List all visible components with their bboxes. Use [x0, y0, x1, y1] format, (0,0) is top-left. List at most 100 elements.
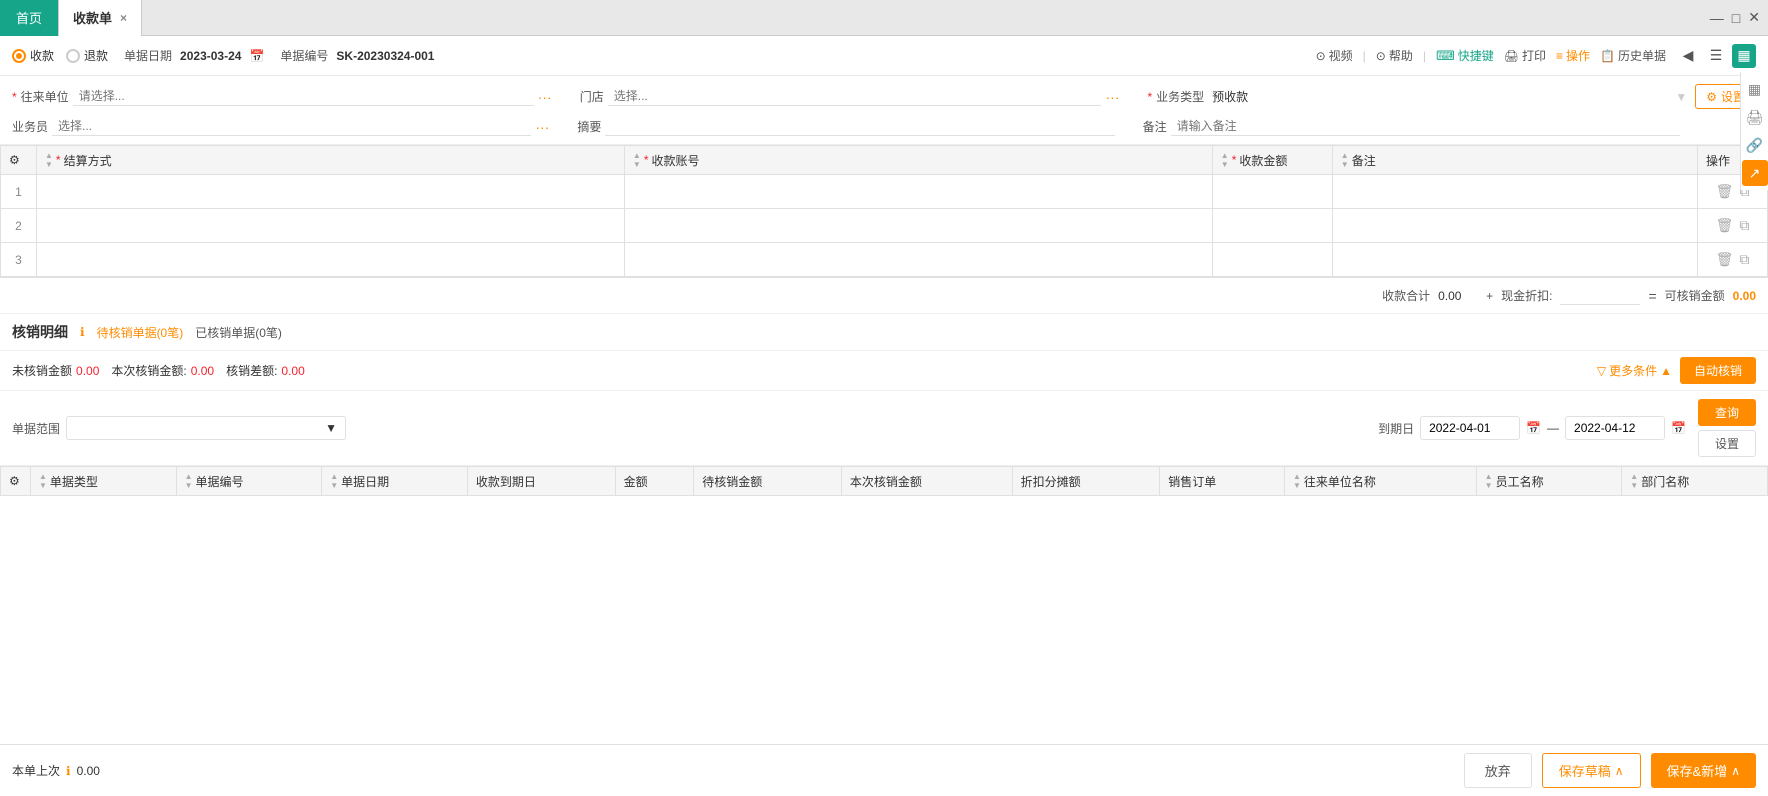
save-new-button[interactable]: 保存&新增 ∧ — [1651, 753, 1756, 788]
counterpart-input[interactable] — [73, 87, 534, 106]
list-view-button[interactable]: ☰ — [1704, 44, 1728, 68]
toolbar-right: ⊙ 视频 | ⊙ 帮助 | ⌨ 快捷键 🖨 打印 ≡ 操作 📋 — [1316, 44, 1756, 68]
date-sort[interactable]: ▲▼ — [330, 472, 338, 490]
store-more-icon[interactable]: ··· — [1105, 89, 1119, 105]
summary-input[interactable] — [605, 117, 1114, 136]
col-checkbox[interactable]: ⚙ — [1, 467, 31, 496]
query-settings-button[interactable]: 设置 — [1698, 430, 1756, 457]
detail-section: 核销明细 ℹ 待核销单据(0笔) 已核销单据(0笔) 未核销金额 0.00 本次… — [0, 314, 1768, 744]
prev-button[interactable]: ◀ — [1676, 44, 1700, 68]
query-button[interactable]: 查询 — [1698, 399, 1756, 426]
counterpart-sort[interactable]: ▲▼ — [1293, 472, 1301, 490]
history-label: 历史单据 — [1618, 47, 1666, 64]
row-2-remark[interactable] — [1332, 209, 1697, 243]
discard-button[interactable]: 放弃 — [1464, 753, 1532, 788]
video-button[interactable]: ⊙ 视频 — [1316, 47, 1353, 64]
done-tab[interactable]: 已核销单据(0笔) — [195, 324, 282, 341]
history-icon: 📋 — [1600, 49, 1615, 63]
table-gear-icon[interactable]: ⚙ — [9, 474, 20, 488]
more-filter-button[interactable]: ▽ 更多条件 ▲ — [1597, 362, 1672, 379]
settle-sort[interactable]: ▲▼ — [45, 151, 53, 169]
col-staff-header: ▲▼ 员工名称 — [1476, 467, 1622, 496]
row-2-copy-icon[interactable]: ⧉ — [1739, 217, 1749, 234]
calendar-start-icon[interactable]: 📅 — [1526, 421, 1541, 435]
sidebar-print-icon[interactable]: 🖨 — [1742, 104, 1768, 130]
sidebar-link-icon[interactable]: 🔗 — [1742, 132, 1768, 158]
receipt-radio-dot — [12, 49, 26, 63]
row-1-account[interactable] — [624, 175, 1212, 209]
row-3-account[interactable] — [624, 243, 1212, 277]
col-operation-label: 操作 — [1706, 154, 1730, 168]
calendar-icon[interactable]: 📅 — [249, 49, 264, 63]
help-button[interactable]: ⊙ 帮助 — [1376, 47, 1413, 64]
number-sort[interactable]: ▲▼ — [185, 472, 193, 490]
date-end-input[interactable] — [1565, 416, 1665, 440]
bottom-table: ⚙ ▲▼ 单据类型 ▲▼ 单据编号 — [0, 466, 1768, 496]
staff-b-sort[interactable]: ▲▼ — [1485, 472, 1493, 490]
remark-input[interactable] — [1171, 117, 1680, 136]
col-this-label: 本次核销金额 — [850, 475, 922, 489]
row-1-delete-icon[interactable]: 🗑 — [1716, 183, 1734, 200]
col-counterpart-header: ▲▼ 往来单位名称 — [1284, 467, 1476, 496]
row-2-amount[interactable] — [1212, 209, 1332, 243]
col-date-header: ▲▼ 单据日期 — [322, 467, 468, 496]
date-start-input[interactable] — [1420, 416, 1520, 440]
pending-tab[interactable]: 待核销单据(0笔) — [97, 324, 184, 341]
row-3-amount[interactable] — [1212, 243, 1332, 277]
row-1-amount[interactable] — [1212, 175, 1332, 209]
type-sort[interactable]: ▲▼ — [39, 472, 47, 490]
grid-view-button[interactable]: ▦ — [1732, 44, 1756, 68]
save-draft-button[interactable]: 保存草稿 ∧ — [1542, 753, 1641, 788]
row-1-settle[interactable] — [37, 175, 625, 209]
sidebar-table-icon[interactable]: ▦ — [1742, 76, 1768, 102]
remark-sort[interactable]: ▲▼ — [1341, 151, 1349, 169]
help-label: 帮助 — [1389, 47, 1413, 64]
window-close-button[interactable]: ✕ — [1748, 9, 1760, 26]
detail-info-icon[interactable]: ℹ — [80, 325, 85, 339]
tab-close-icon[interactable]: × — [120, 11, 127, 25]
store-input[interactable] — [608, 87, 1102, 106]
sidebar-expand-icon[interactable]: ↗ — [1742, 160, 1768, 186]
uncleared-item: 未核销金额 0.00 — [12, 362, 99, 379]
row-2-delete-icon[interactable]: 🗑 — [1716, 217, 1734, 234]
staff-more-icon[interactable]: ··· — [535, 119, 549, 135]
col-amount-header: ▲▼ * 收款金额 — [1212, 146, 1332, 175]
row-2-num: 2 — [1, 209, 37, 243]
dept-sort[interactable]: ▲▼ — [1630, 472, 1638, 490]
biz-type-arrow[interactable]: ▼ — [1675, 90, 1687, 104]
discount-input[interactable] — [1560, 286, 1640, 305]
draft-arrow: ∧ — [1615, 764, 1624, 778]
auto-clear-button[interactable]: 自动核销 — [1680, 357, 1756, 384]
row-3-copy-icon[interactable]: ⧉ — [1739, 251, 1749, 268]
row-2-settle[interactable] — [37, 209, 625, 243]
calendar-end-icon[interactable]: 📅 — [1671, 421, 1686, 435]
diff-item: 核销差额: 0.00 — [226, 362, 305, 379]
row-2-account[interactable] — [624, 209, 1212, 243]
row-3-settle[interactable] — [37, 243, 625, 277]
refund-radio[interactable]: 退款 — [66, 47, 108, 64]
footer-info-icon[interactable]: ℹ — [66, 764, 71, 778]
row-1-remark[interactable] — [1332, 175, 1697, 209]
doc-number-label: 单据编号 — [280, 47, 328, 64]
doc-number-value: SK-20230324-001 — [336, 49, 434, 63]
range-arrow: ▼ — [325, 421, 337, 435]
tab-receipt[interactable]: 收款单 × — [59, 0, 142, 36]
minimize-button[interactable]: — — [1710, 10, 1724, 26]
receipt-radio[interactable]: 收款 — [12, 47, 54, 64]
account-sort[interactable]: ▲▼ — [633, 151, 641, 169]
row-3-delete-icon[interactable]: 🗑 — [1716, 251, 1734, 268]
sep2: | — [1423, 49, 1426, 63]
shortcut-button[interactable]: ⌨ 快捷键 — [1436, 47, 1494, 64]
detail-filter-row: 未核销金额 0.00 本次核销金额: 0.00 核销差额: 0.00 ▽ 更多条… — [0, 351, 1768, 391]
tab-home[interactable]: 首页 — [0, 0, 59, 36]
amount-sort[interactable]: ▲▼ — [1221, 151, 1229, 169]
history-button[interactable]: 📋 历史单据 — [1600, 47, 1666, 64]
operation-button[interactable]: ≡ 操作 — [1556, 47, 1590, 64]
print-button[interactable]: 🖨 打印 — [1504, 47, 1546, 64]
col-gear[interactable]: ⚙ — [1, 146, 37, 175]
row-3-remark[interactable] — [1332, 243, 1697, 277]
maximize-button[interactable]: □ — [1732, 10, 1740, 26]
counterpart-more-icon[interactable]: ··· — [538, 89, 552, 105]
range-select[interactable]: ▼ — [66, 416, 346, 440]
staff-input[interactable] — [52, 117, 531, 136]
